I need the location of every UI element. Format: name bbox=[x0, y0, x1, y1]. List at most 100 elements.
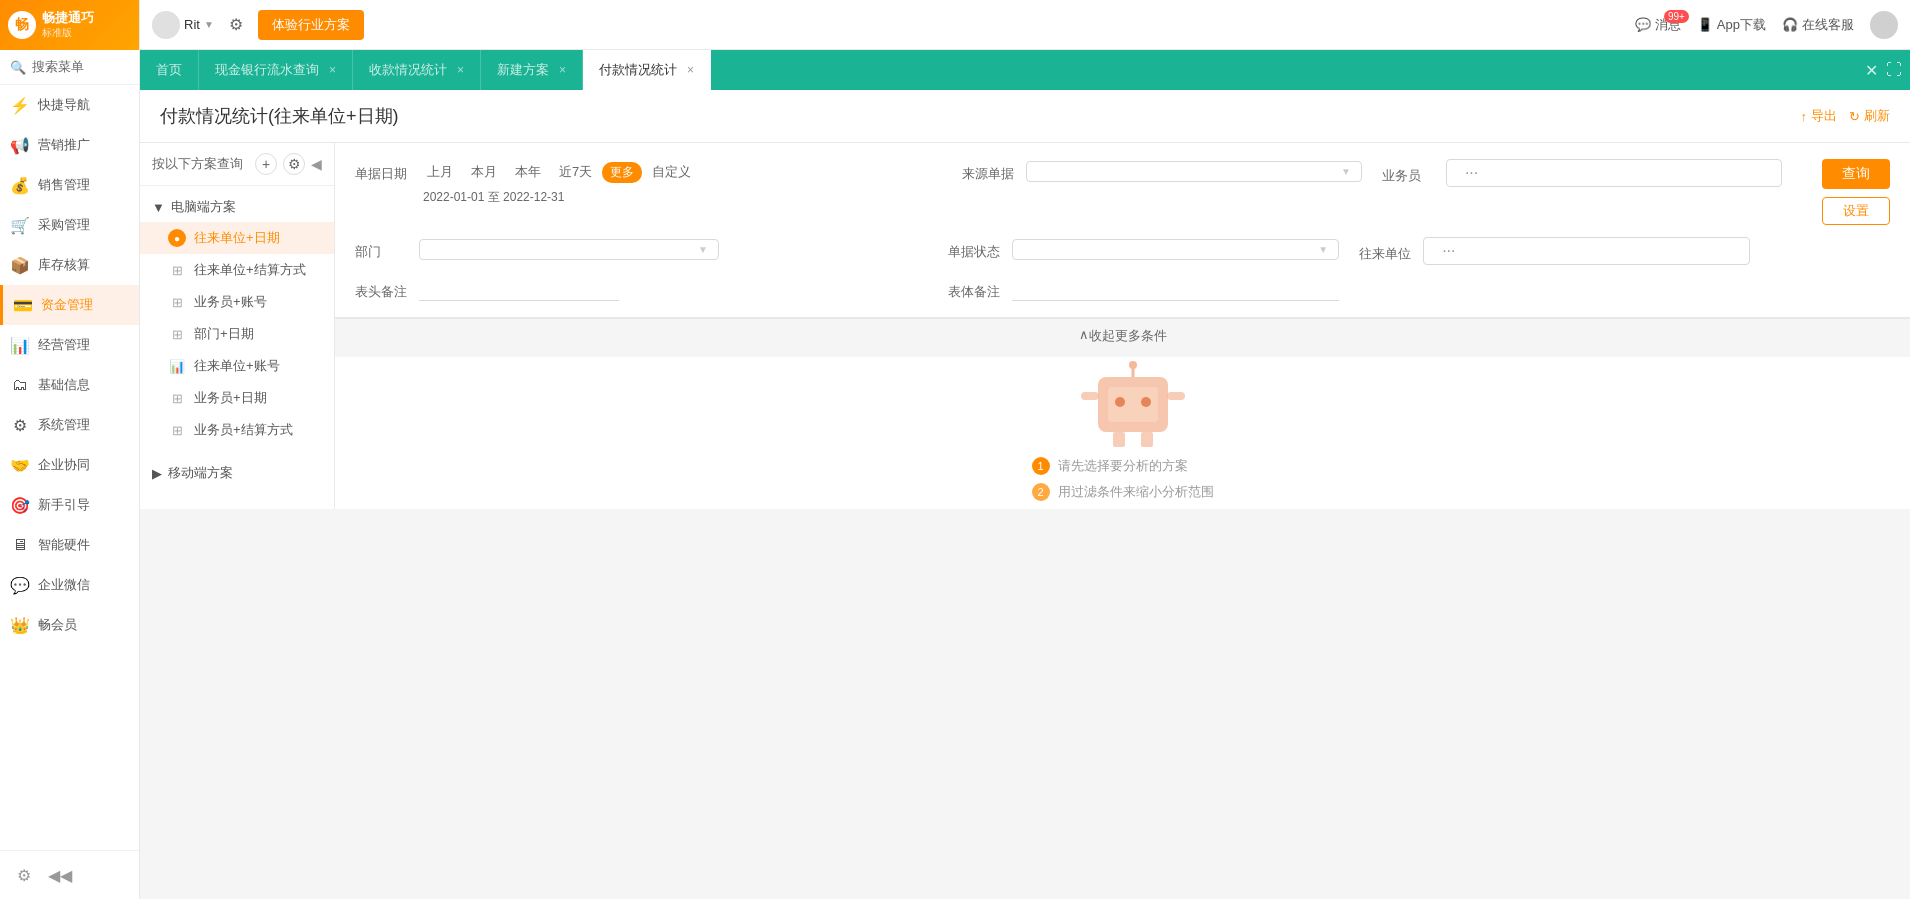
scheme-item-unit-account[interactable]: 📊 往来单位+账号 bbox=[140, 350, 334, 382]
filter-area: 单据日期 上月 本月 本年 近7天 更多 自定义 20 bbox=[335, 143, 1910, 509]
sidebar-nav: ⚡ 快捷导航 📢 营销推广 💰 销售管理 🛒 采购管理 📦 库存核算 💳 资金管… bbox=[0, 85, 139, 850]
page-actions: ↑ 导出 ↻ 刷新 bbox=[1801, 107, 1891, 125]
table-body-note-input[interactable] bbox=[1012, 277, 1339, 301]
sidebar-item-sales[interactable]: 💰 销售管理 bbox=[0, 165, 139, 205]
app-download-button[interactable]: 📱 App下载 bbox=[1697, 16, 1766, 34]
sidebar-item-inventory[interactable]: 📦 库存核算 bbox=[0, 245, 139, 285]
tab-home[interactable]: 首页 bbox=[140, 50, 199, 90]
dept-select[interactable]: ▼ bbox=[419, 239, 719, 260]
search-menu[interactable]: 🔍 搜索菜单 bbox=[0, 50, 139, 85]
step-1-icon: 1 bbox=[1032, 457, 1050, 475]
filter-row-1: 单据日期 上月 本月 本年 近7天 更多 自定义 20 bbox=[355, 159, 1890, 225]
table-header-note-input[interactable] bbox=[419, 277, 619, 301]
sidebar-item-basic[interactable]: 🗂 基础信息 bbox=[0, 365, 139, 405]
mobile-group-header[interactable]: ▶ 移动端方案 bbox=[140, 458, 334, 488]
staff-dots[interactable]: ··· bbox=[1457, 164, 1486, 182]
query-button[interactable]: 查询 bbox=[1822, 159, 1890, 189]
desktop-group-header[interactable]: ▼ 电脑端方案 bbox=[140, 192, 334, 222]
sidebar-item-purchase[interactable]: 🛒 采购管理 bbox=[0, 205, 139, 245]
related-unit-dots[interactable]: ··· bbox=[1434, 242, 1463, 260]
messages-button[interactable]: 💬 消息 99+ bbox=[1635, 16, 1681, 34]
mobile-scheme-group: ▶ 移动端方案 bbox=[140, 452, 334, 494]
sales-icon: 💰 bbox=[10, 175, 30, 195]
settings-button[interactable]: ⚙ bbox=[222, 11, 250, 39]
table-icon-3: ⊞ bbox=[168, 325, 186, 343]
user-info[interactable]: Rit ▼ bbox=[152, 11, 214, 39]
scheme-item-unit-settle[interactable]: ⊞ 往来单位+结算方式 bbox=[140, 254, 334, 286]
tab-new-scheme[interactable]: 新建方案 × bbox=[481, 50, 583, 90]
collapse-panel-button[interactable]: ◀ bbox=[311, 156, 322, 172]
search-icon: 🔍 bbox=[10, 60, 26, 75]
collapse-filter-button[interactable]: ∧ 收起更多条件 bbox=[335, 318, 1910, 353]
basic-icon: 🗂 bbox=[10, 375, 30, 395]
source-bill-label: 来源单据 bbox=[962, 159, 1018, 183]
maximize-button[interactable]: ⛶ bbox=[1886, 61, 1902, 79]
sidebar-item-hardware[interactable]: 🖥 智能硬件 bbox=[0, 525, 139, 565]
close-bank-tab[interactable]: × bbox=[329, 63, 336, 77]
tab-payment[interactable]: 付款情况统计 × bbox=[583, 50, 711, 90]
tab-income[interactable]: 收款情况统计 × bbox=[353, 50, 481, 90]
close-payment-tab[interactable]: × bbox=[687, 63, 694, 77]
headset-icon: 🎧 bbox=[1782, 17, 1798, 32]
hardware-icon: 🖥 bbox=[10, 535, 30, 555]
add-scheme-button[interactable]: + bbox=[255, 153, 277, 175]
filter-row-2: 部门 ▼ 单据状态 ▼ bbox=[355, 237, 1890, 265]
date-this-month-btn[interactable]: 本月 bbox=[463, 159, 505, 185]
close-all-tabs-button[interactable]: ✕ bbox=[1865, 61, 1878, 80]
refresh-button[interactable]: ↻ 刷新 bbox=[1849, 107, 1890, 125]
dept-label: 部门 bbox=[355, 237, 411, 261]
trial-button[interactable]: 体验行业方案 bbox=[258, 10, 364, 40]
date-last-month-btn[interactable]: 上月 bbox=[419, 159, 461, 185]
scheme-item-unit-date[interactable]: ● 往来单位+日期 bbox=[140, 222, 334, 254]
collapse-sidebar-button[interactable]: ◀◀ bbox=[46, 861, 74, 889]
finance-label: 资金管理 bbox=[41, 296, 93, 314]
sidebar-item-finance[interactable]: 💳 资金管理 bbox=[0, 285, 139, 325]
chart-icon: 📊 bbox=[168, 357, 186, 375]
refresh-icon: ↻ bbox=[1849, 109, 1860, 124]
scheme-item-staff-date[interactable]: ⊞ 业务员+日期 bbox=[140, 382, 334, 414]
close-new-scheme-tab[interactable]: × bbox=[559, 63, 566, 77]
logo-text: 畅捷通巧 标准版 bbox=[42, 10, 94, 40]
sidebar-item-wechat[interactable]: 💬 企业微信 bbox=[0, 565, 139, 605]
scheme-item-dept-date[interactable]: ⊞ 部门+日期 bbox=[140, 318, 334, 350]
tabs-end: ✕ ⛶ bbox=[1857, 50, 1910, 90]
date-more-btn[interactable]: 更多 bbox=[602, 162, 642, 183]
related-unit-select[interactable]: ··· bbox=[1423, 237, 1750, 265]
svg-rect-6 bbox=[1081, 392, 1099, 400]
sidebar-header: 畅 畅捷通巧 标准版 bbox=[0, 0, 139, 50]
export-button[interactable]: ↑ 导出 bbox=[1801, 107, 1838, 125]
sidebar-item-system[interactable]: ⚙ 系统管理 bbox=[0, 405, 139, 445]
setting-button[interactable]: 设置 bbox=[1822, 197, 1890, 225]
bill-date-label: 单据日期 bbox=[355, 159, 411, 183]
scheme-item-staff-account[interactable]: ⊞ 业务员+账号 bbox=[140, 286, 334, 318]
svg-rect-8 bbox=[1113, 432, 1125, 447]
user-avatar[interactable] bbox=[1870, 11, 1898, 39]
system-icon: ⚙ bbox=[10, 415, 30, 435]
export-icon: ↑ bbox=[1801, 109, 1808, 124]
bill-status-select[interactable]: ▼ bbox=[1012, 239, 1339, 260]
sidebar-item-marketing[interactable]: 📢 营销推广 bbox=[0, 125, 139, 165]
online-service-button[interactable]: 🎧 在线客服 bbox=[1782, 16, 1854, 34]
sidebar-item-guide[interactable]: 🎯 新手引导 bbox=[0, 485, 139, 525]
source-bill-select[interactable]: ▼ bbox=[1026, 161, 1362, 182]
filter-content: 单据日期 上月 本月 本年 近7天 更多 自定义 20 bbox=[335, 143, 1910, 318]
staff-label: 业务员 bbox=[1382, 161, 1438, 185]
staff-select[interactable]: ··· bbox=[1446, 159, 1782, 187]
sidebar-item-shortcuts[interactable]: ⚡ 快捷导航 bbox=[0, 85, 139, 125]
topbar-left: Rit ▼ ⚙ 体验行业方案 bbox=[152, 10, 1625, 40]
close-income-tab[interactable]: × bbox=[457, 63, 464, 77]
tab-bank[interactable]: 现金银行流水查询 × bbox=[199, 50, 353, 90]
username: Rit bbox=[184, 17, 200, 32]
sidebar-item-operation[interactable]: 📊 经营管理 bbox=[0, 325, 139, 365]
empty-state: 1 请先选择要分析的方案 2 用过滤条件来缩小分析范围 bbox=[335, 357, 1910, 509]
date-custom-btn[interactable]: 自定义 bbox=[644, 159, 699, 185]
sidebar-item-member[interactable]: 👑 畅会员 bbox=[0, 605, 139, 645]
date-this-year-btn[interactable]: 本年 bbox=[507, 159, 549, 185]
sidebar-item-enterprise[interactable]: 🤝 企业协同 bbox=[0, 445, 139, 485]
expand-icon: ▼ bbox=[152, 200, 165, 215]
user-dropdown-icon[interactable]: ▼ bbox=[204, 19, 214, 30]
scheme-settings-button[interactable]: ⚙ bbox=[283, 153, 305, 175]
scheme-item-staff-settle[interactable]: ⊞ 业务员+结算方式 bbox=[140, 414, 334, 446]
settings-gear-button[interactable]: ⚙ bbox=[10, 861, 38, 889]
date-last-7days-btn[interactable]: 近7天 bbox=[551, 159, 600, 185]
